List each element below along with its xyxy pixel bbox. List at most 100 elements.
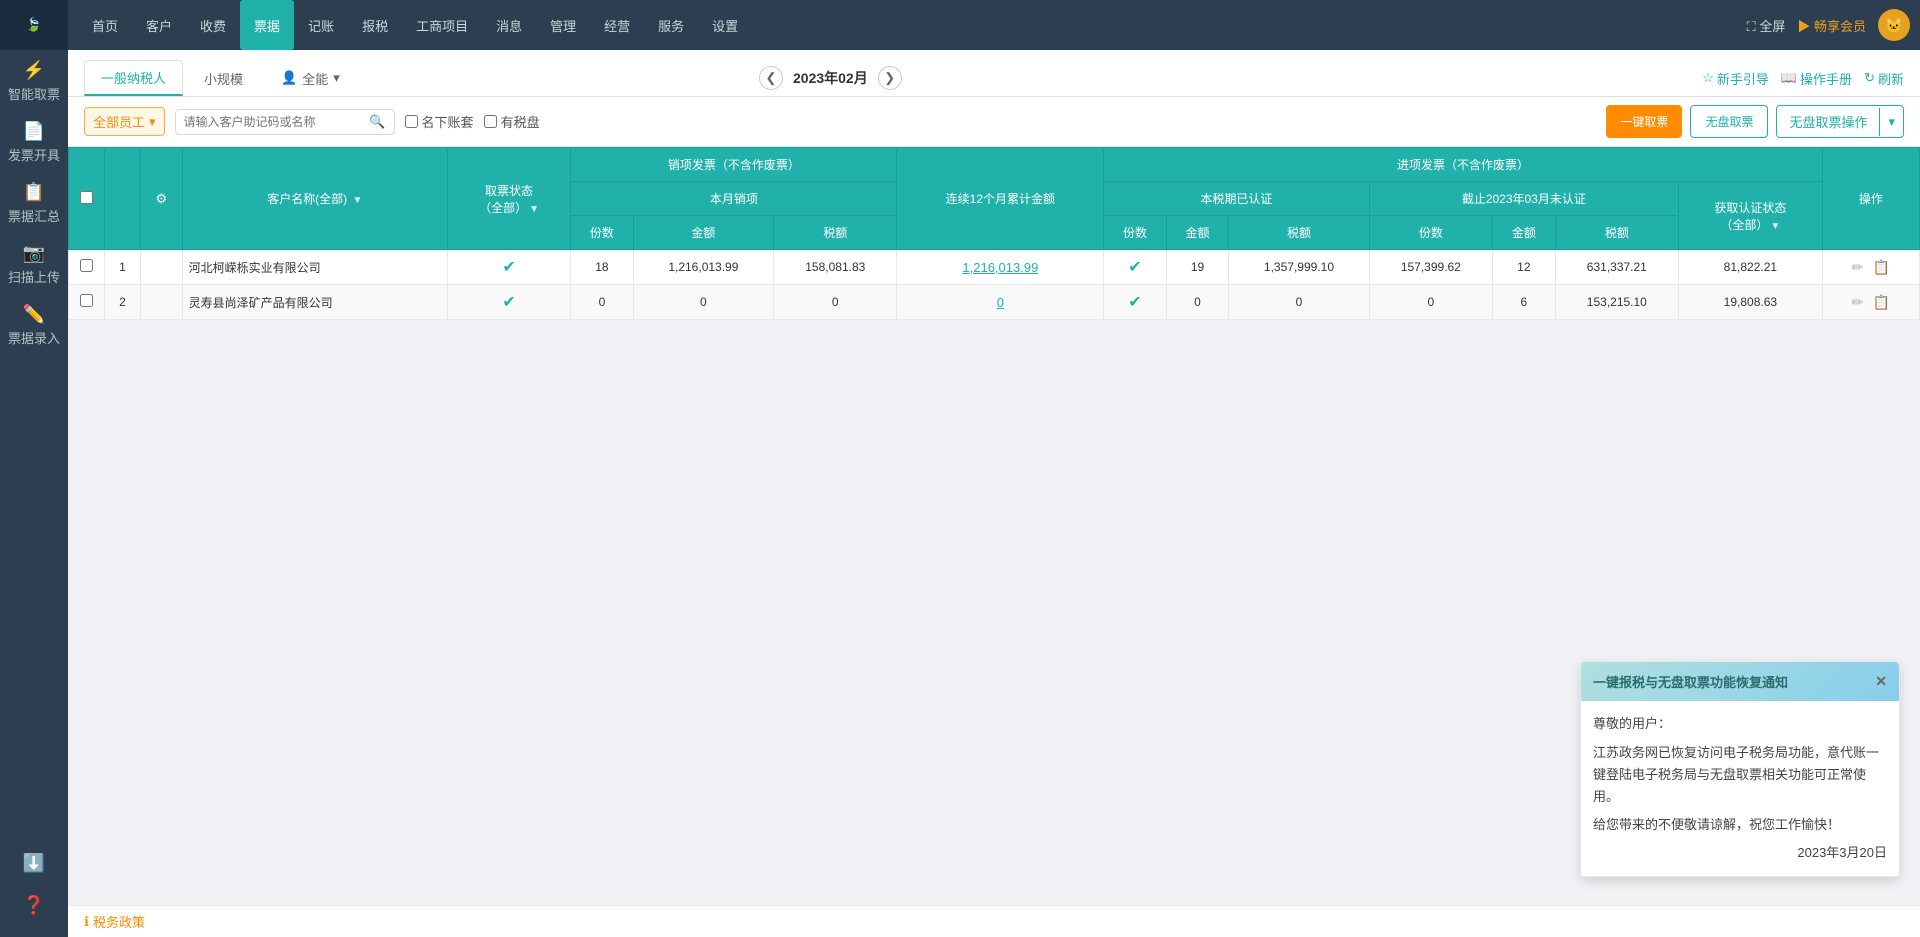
fullscreen-icon: ⛶ xyxy=(1747,19,1756,34)
sidebar-item-smart-fetch[interactable]: ⚡ 智能取票 xyxy=(0,50,68,111)
select-all-checkbox[interactable] xyxy=(80,191,93,204)
has-tax-disk-check[interactable] xyxy=(484,115,497,128)
next-icon: ❯ xyxy=(884,70,895,86)
detail-icon-1[interactable]: 📋 xyxy=(1873,294,1890,310)
edit-icon-1[interactable]: ✏ xyxy=(1852,294,1864,310)
checkbox-has-tax-disk[interactable]: 有税盘 xyxy=(484,112,540,131)
table-row: 2 灵寿县尚泽矿产品有限公司 ✔ 0 0 0 0 ✔ 0 0 0 6 153,2… xyxy=(69,285,1920,320)
fetch-status-filter-icon[interactable]: ▼ xyxy=(529,204,539,215)
detail-icon-0[interactable]: 📋 xyxy=(1873,259,1890,275)
tab-small-scale-label: 小规模 xyxy=(204,69,243,88)
row-pv-amount-0: 1,357,999.10 xyxy=(1229,250,1369,285)
row-fetch-status-0: ✔ xyxy=(447,250,570,285)
row-uv-tax-1: 19,808.63 xyxy=(1679,285,1823,320)
notification-apology: 给您带来的不便敬请谅解，祝您工作愉快！ xyxy=(1593,814,1887,836)
nav-invoice[interactable]: 票据 xyxy=(240,0,294,50)
table-row: 1 河北柯嵘栎实业有限公司 ✔ 18 1,216,013.99 158,081.… xyxy=(69,250,1920,285)
nav-manage[interactable]: 管理 xyxy=(536,0,590,50)
notification-title: 一键报税与无盘取票功能恢复通知 xyxy=(1593,672,1788,691)
avatar[interactable]: 🐱 xyxy=(1878,9,1910,41)
notification-greeting: 尊敬的用户： xyxy=(1593,713,1887,735)
nav-business[interactable]: 工商项目 xyxy=(402,0,482,50)
sidebar-item-label-data-entry: 票据录入 xyxy=(8,328,60,347)
row-pv-tax-1: 0 xyxy=(1369,285,1492,320)
no-disk-ops-main[interactable]: 无盘取票操作 xyxy=(1777,106,1879,137)
nav-service[interactable]: 服务 xyxy=(644,0,698,50)
next-period-btn[interactable]: ❯ xyxy=(878,66,902,90)
gear-icon[interactable]: ⚙ xyxy=(156,191,168,206)
employee-select[interactable]: 全部员工 ▾ xyxy=(84,107,165,136)
sidebar-item-issue-invoice[interactable]: 📄 发票开具 xyxy=(0,111,68,172)
sidebar-item-download[interactable]: ⬇️ xyxy=(0,843,68,885)
search-icon: 🔍 xyxy=(369,114,385,130)
prev-period-btn[interactable]: ❮ xyxy=(759,66,783,90)
one-click-fetch-btn[interactable]: 一键取票 xyxy=(1606,105,1682,138)
notification-body-text: 江苏政务网已恢复访问电子税务局功能，意代账一键登陆电子税务局与无盘取票相关功能可… xyxy=(1593,742,1887,808)
no-disk-fetch-btn[interactable]: 无盘取票 xyxy=(1690,105,1768,138)
no-disk-ops-btn[interactable]: 无盘取票操作 ▾ xyxy=(1776,105,1904,138)
th-fetch-status: 取票状态（全部）▼ xyxy=(447,148,570,250)
search-box[interactable]: 🔍 xyxy=(175,109,395,135)
customer-filter-icon[interactable]: ▼ xyxy=(353,195,363,206)
refresh-btn[interactable]: ↻ 刷新 xyxy=(1864,69,1904,88)
sidebar-item-label-invoice-summary: 票据汇总 xyxy=(8,206,60,225)
tab-all[interactable]: 👤 全能 ▾ xyxy=(264,61,357,96)
edit-icon-0[interactable]: ✏ xyxy=(1852,259,1864,275)
fullscreen-btn[interactable]: ⛶ 全屏 xyxy=(1747,16,1786,35)
th-unverified: 截止2023年03月未认证 xyxy=(1369,182,1678,216)
verify-filter-icon[interactable]: ▼ xyxy=(1770,221,1780,232)
row-uv-count-1: 6 xyxy=(1493,285,1556,320)
nav-operation[interactable]: 经营 xyxy=(590,0,644,50)
nav-tax[interactable]: 报税 xyxy=(348,0,402,50)
search-input[interactable] xyxy=(184,115,365,129)
row-gear-1[interactable] xyxy=(141,285,183,320)
new-guide-btn[interactable]: ☆ 新手引导 xyxy=(1702,69,1769,88)
th-customer: 客户名称(全部) ▼ xyxy=(182,148,447,250)
th-sales-count: 份数 xyxy=(571,216,634,250)
th-gear: ⚙ xyxy=(141,148,183,250)
row-pv-tax-0: 157,399.62 xyxy=(1369,250,1492,285)
nav-message[interactable]: 消息 xyxy=(482,0,536,50)
no-disk-ops-arrow[interactable]: ▾ xyxy=(1879,108,1903,136)
row-uv-amount-0: 631,337.21 xyxy=(1555,250,1678,285)
row-gear-0[interactable] xyxy=(141,250,183,285)
row-checkbox-1[interactable] xyxy=(69,285,105,320)
sidebar: 🍃 ⚡ 智能取票 📄 发票开具 📋 票据汇总 📷 扫描上传 ✏️ 票据录入 ⬇️… xyxy=(0,0,68,937)
th-uv-tax: 税额 xyxy=(1555,216,1678,250)
logo-icon: 🍃 xyxy=(26,17,42,33)
policy-link[interactable]: 税务政策 xyxy=(93,912,145,931)
sidebar-item-help[interactable]: ❓ xyxy=(0,885,68,927)
invoice-summary-icon: 📋 xyxy=(23,182,45,203)
tab-small-scale[interactable]: 小规模 xyxy=(187,61,260,96)
checkbox-my-accounts[interactable]: 名下账套 xyxy=(405,112,474,131)
nav-billing[interactable]: 收费 xyxy=(186,0,240,50)
notification-body: 尊敬的用户： 江苏政务网已恢复访问电子税务局功能，意代账一键登陆电子税务局与无盘… xyxy=(1581,701,1899,876)
sidebar-item-scan-upload[interactable]: 📷 扫描上传 xyxy=(0,233,68,294)
my-accounts-check[interactable] xyxy=(405,115,418,128)
prev-icon: ❮ xyxy=(766,70,777,86)
period-navigation: ❮ 2023年02月 ❯ xyxy=(759,66,902,90)
row-customer-0: 河北柯嵘栎实业有限公司 xyxy=(182,250,447,285)
sidebar-item-label-smart-fetch: 智能取票 xyxy=(8,84,60,103)
nav-customer[interactable]: 客户 xyxy=(132,0,186,50)
notification-close-btn[interactable]: ✕ xyxy=(1875,673,1887,690)
row-checkbox-0[interactable] xyxy=(69,250,105,285)
tab-general-taxpayer[interactable]: 一般纳税人 xyxy=(84,60,183,96)
manual-btn[interactable]: 📖 操作手册 xyxy=(1781,69,1852,88)
sidebar-item-data-entry[interactable]: ✏️ 票据录入 xyxy=(0,294,68,355)
nav-settings[interactable]: 设置 xyxy=(698,0,752,50)
download-icon: ⬇️ xyxy=(23,853,45,874)
nav-home[interactable]: 首页 xyxy=(78,0,132,50)
row-pv-amount-1: 0 xyxy=(1229,285,1369,320)
sidebar-item-invoice-summary[interactable]: 📋 票据汇总 xyxy=(0,172,68,233)
sidebar-bottom: ⬇️ ❓ xyxy=(0,843,68,937)
row-index-0: 1 xyxy=(105,250,141,285)
vip-btn[interactable]: ▶ 畅享会员 xyxy=(1797,16,1866,35)
nav-accounting[interactable]: 记账 xyxy=(294,0,348,50)
th-period-verified: 本税期已认证 xyxy=(1104,182,1369,216)
th-pv-count: 份数 xyxy=(1104,216,1167,250)
th-pv-amount: 金额 xyxy=(1166,216,1229,250)
vip-label: 畅享会员 xyxy=(1814,19,1866,34)
help-icon: ❓ xyxy=(23,895,45,916)
tab-bar: 一般纳税人 小规模 👤 全能 ▾ ❮ 2023年02月 ❯ xyxy=(68,50,1920,97)
